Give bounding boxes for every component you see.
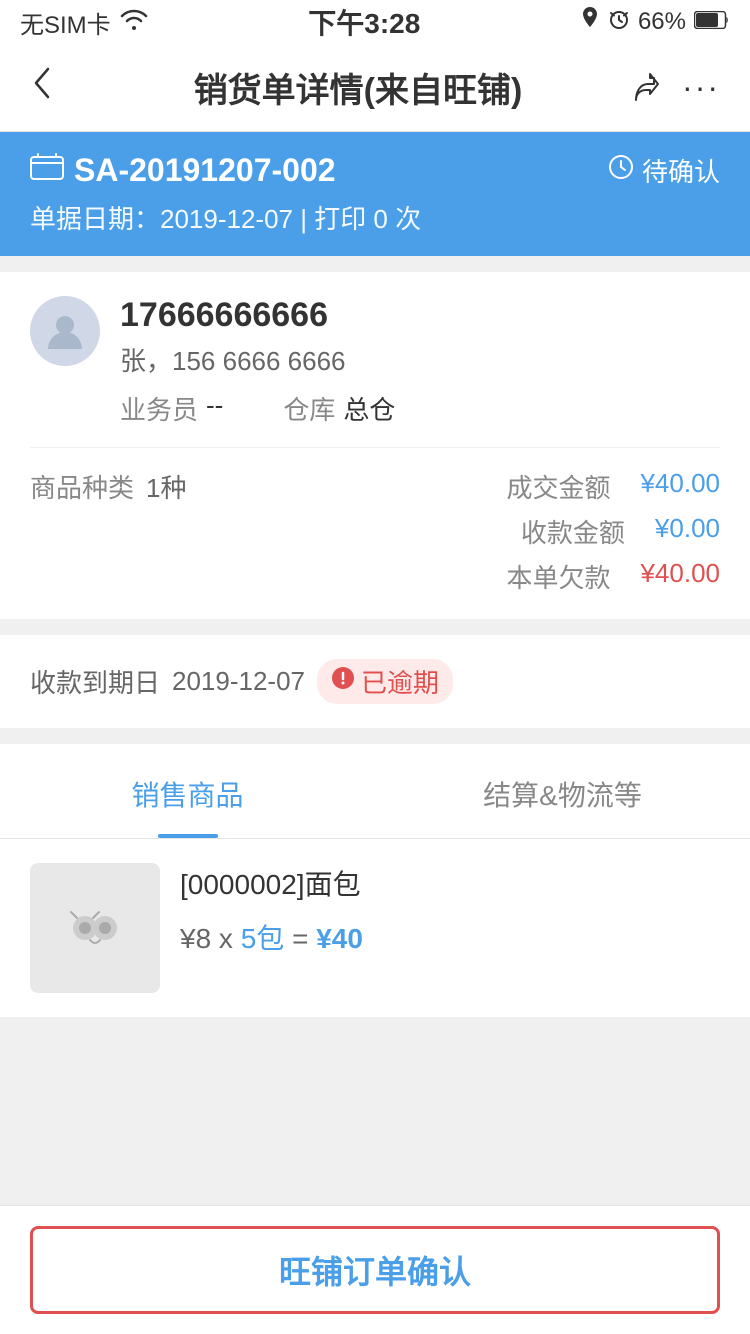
payment-value: ¥0.00: [655, 513, 720, 550]
warning-icon: [331, 666, 355, 697]
customer-avatar: [30, 296, 100, 366]
page-title: 销货单详情(来自旺铺): [90, 63, 626, 112]
order-id: SA-20191207-002: [30, 152, 336, 189]
warehouse-value: 总仓: [343, 390, 395, 427]
customer-name: 张，156 6666 6666: [120, 341, 720, 378]
transaction-label: 成交金额: [506, 468, 610, 505]
status-right: 66%: [580, 7, 730, 38]
nav-bar: 销货单详情(来自旺铺) ···: [0, 44, 750, 132]
due-date-value: 2019-12-07: [172, 666, 305, 697]
product-total: ¥40: [316, 923, 363, 954]
alarm-icon: [608, 8, 630, 37]
product-name: [0000002]面包: [180, 863, 720, 903]
warehouse-item: 仓库 总仓: [283, 390, 395, 427]
eq-sign: =: [292, 923, 308, 954]
nav-actions: ···: [626, 66, 720, 109]
salesperson-value: --: [206, 390, 223, 427]
warehouse-label: 仓库: [283, 390, 335, 427]
sim-status: 无SIM卡: [20, 5, 111, 40]
tab-settlement-logistics[interactable]: 结算&物流等: [375, 744, 750, 838]
tab-sales-products[interactable]: 销售商品: [0, 744, 375, 838]
order-status: 待确认: [608, 152, 720, 189]
financial-row: 商品种类 1种 成交金额 ¥40.00 收款金额 ¥0.00 本单欠款 ¥40.…: [30, 468, 720, 595]
overdue-badge: 已逾期: [317, 659, 453, 704]
financial-right: 成交金额 ¥40.00 收款金额 ¥0.00 本单欠款 ¥40.00: [506, 468, 720, 595]
salesperson-label: 业务员: [120, 390, 198, 427]
payment-amount: 收款金额 ¥0.00: [521, 513, 720, 550]
product-item: [0000002]面包 ¥8 x 5包 = ¥40: [30, 863, 720, 993]
tabs: 销售商品 结算&物流等: [0, 744, 750, 839]
order-header: SA-20191207-002 待确认 单据日期：2019-12-07 | 打印…: [0, 132, 750, 256]
wifi-icon: [119, 8, 149, 37]
product-price-row: ¥8 x 5包 = ¥40: [180, 917, 720, 957]
due-date-label: 收款到期日: [30, 663, 160, 700]
transaction-amount: 成交金额 ¥40.00: [506, 468, 720, 505]
product-type-label: 商品种类: [30, 468, 134, 505]
price-label: ¥8 x: [180, 923, 233, 954]
order-icon: [30, 152, 64, 189]
outstanding-label: 本单欠款: [506, 558, 610, 595]
payment-label: 收款金额: [521, 513, 625, 550]
back-button[interactable]: [30, 63, 90, 112]
bottom-bar: 旺铺订单确认: [0, 1205, 750, 1334]
customer-phone: 17666666666: [120, 296, 720, 335]
customer-meta: 业务员 -- 仓库 总仓: [120, 390, 720, 427]
product-qty: 5包: [241, 923, 285, 954]
outstanding-amount: 本单欠款 ¥40.00: [506, 558, 720, 595]
status-bar: 无SIM卡 下午3:28 66%: [0, 0, 750, 44]
salesperson-item: 业务员 --: [120, 390, 223, 427]
battery-icon: [694, 8, 730, 36]
status-time: 下午3:28: [308, 2, 420, 42]
divider: [30, 447, 720, 448]
transaction-value: ¥40.00: [640, 468, 720, 505]
due-date-card: 收款到期日 2019-12-07 已逾期: [0, 635, 750, 728]
customer-card: 17666666666 张，156 6666 6666 业务员 -- 仓库 总仓…: [0, 272, 750, 619]
confirm-order-button[interactable]: 旺铺订单确认: [30, 1226, 720, 1314]
battery-status: 66%: [638, 8, 686, 36]
location-icon: [580, 7, 600, 38]
product-details: [0000002]面包 ¥8 x 5包 = ¥40: [180, 863, 720, 957]
overdue-text: 已逾期: [361, 663, 439, 700]
clock-icon: [608, 154, 634, 187]
status-left: 无SIM卡: [20, 5, 149, 40]
product-image: [30, 863, 160, 993]
outstanding-value: ¥40.00: [640, 558, 720, 595]
share-icon[interactable]: [626, 66, 662, 109]
customer-info: 17666666666 张，156 6666 6666 业务员 -- 仓库 总仓: [120, 296, 720, 427]
product-type-value: 1种: [146, 468, 186, 505]
product-section: [0000002]面包 ¥8 x 5包 = ¥40: [0, 839, 750, 1017]
product-type: 商品种类 1种: [30, 468, 186, 505]
more-icon[interactable]: ···: [682, 69, 720, 106]
order-date: 单据日期：2019-12-07 | 打印 0 次: [30, 199, 720, 236]
